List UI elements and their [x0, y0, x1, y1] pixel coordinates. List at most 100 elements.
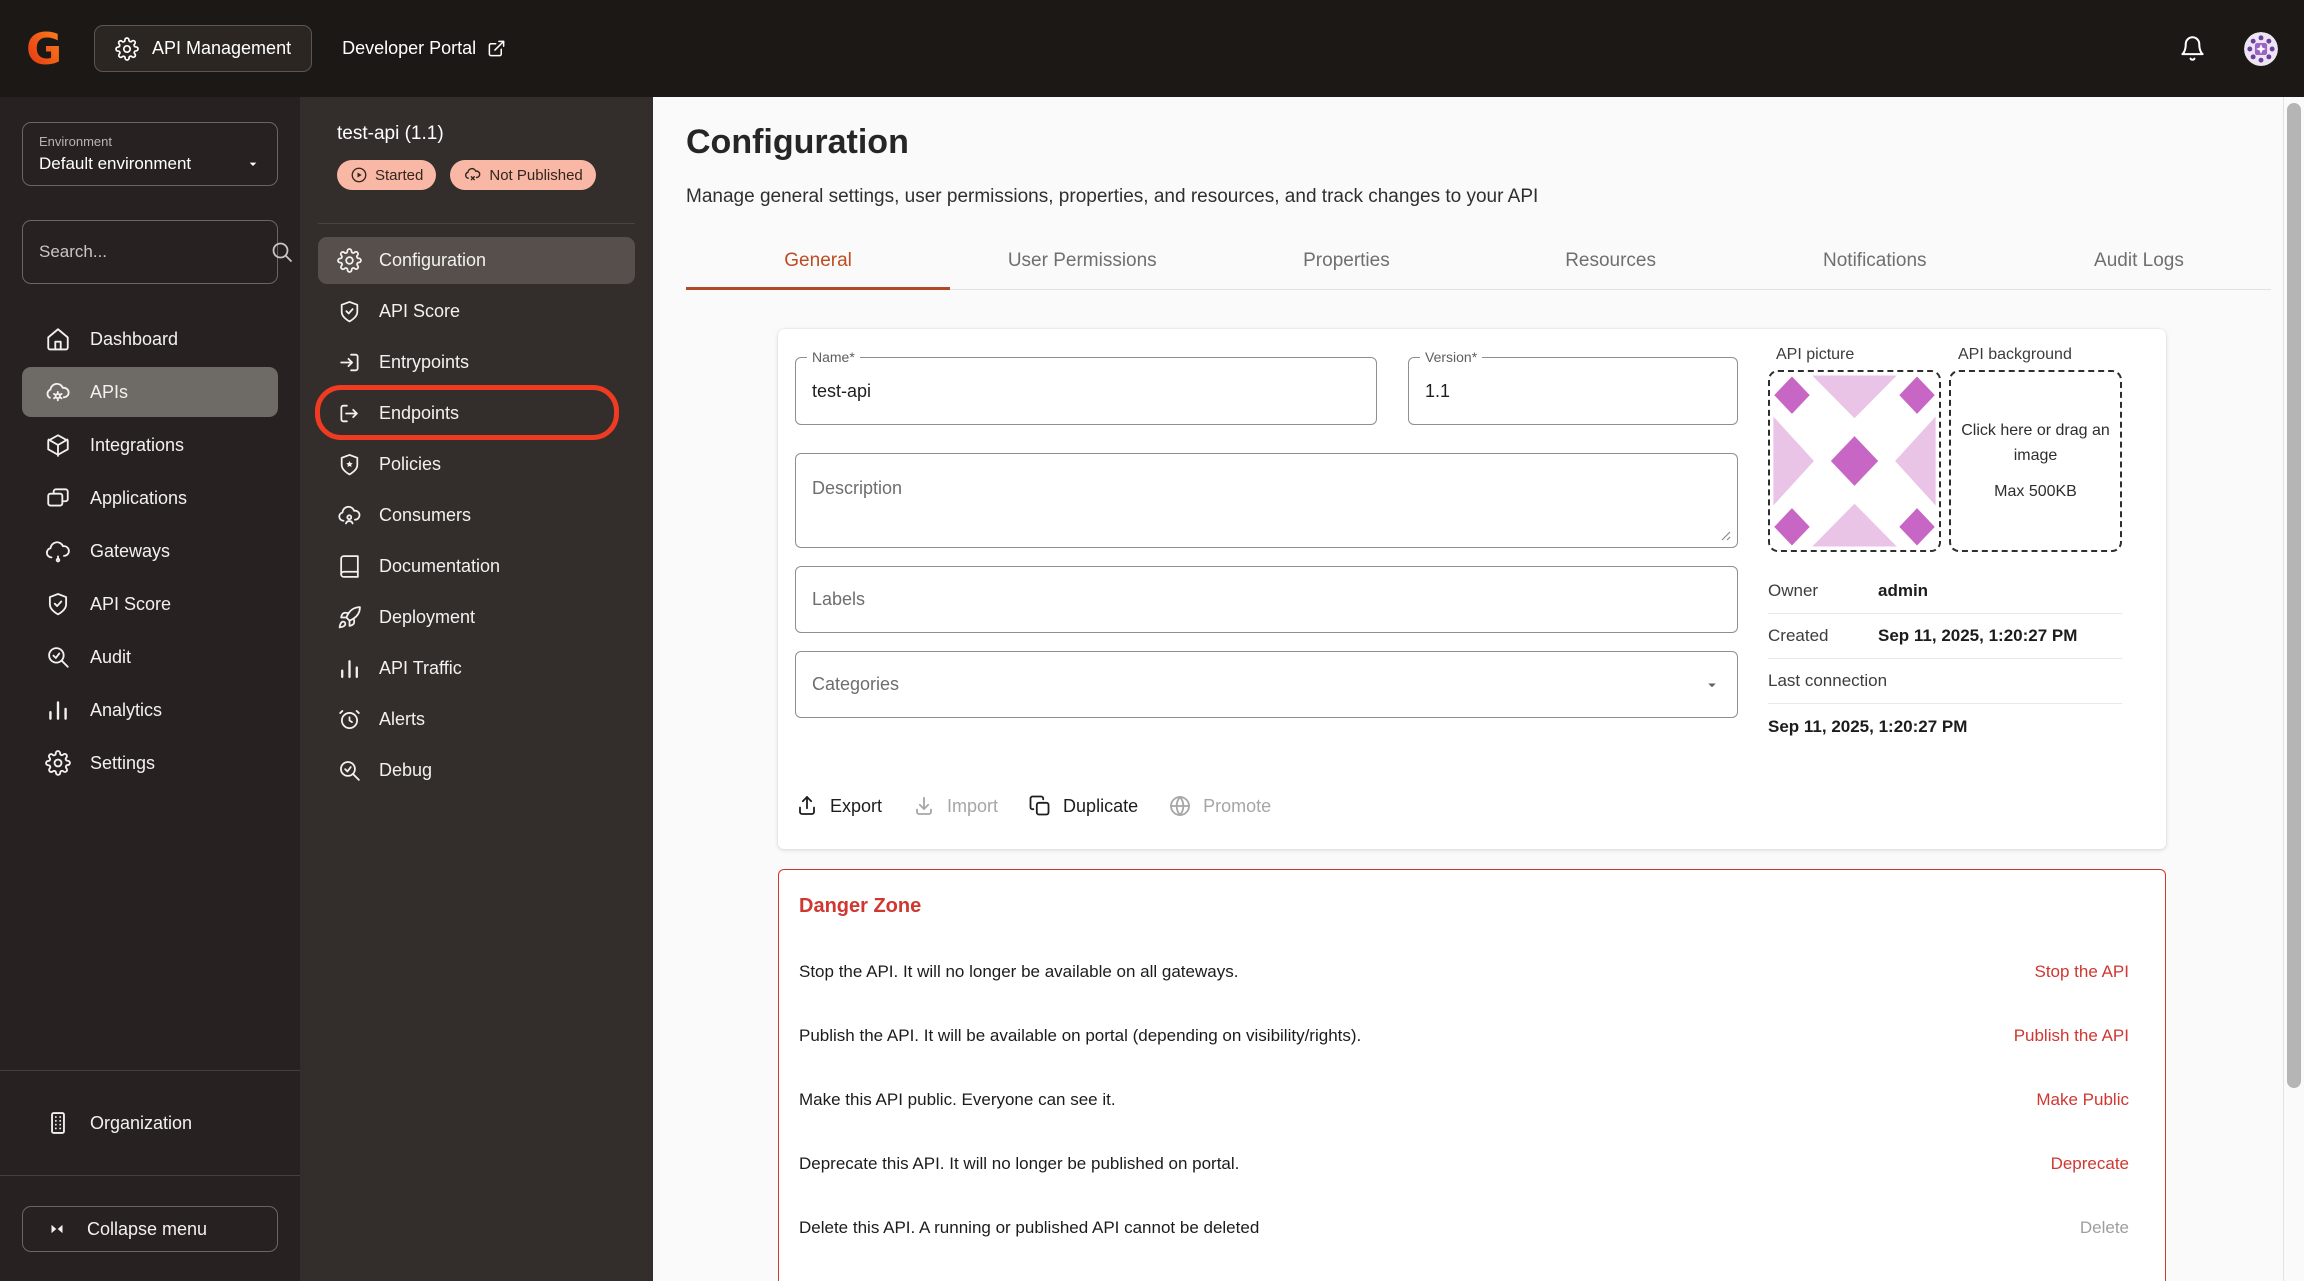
tab-properties[interactable]: Properties [1214, 234, 1478, 290]
collapse-menu-button[interactable]: Collapse menu [22, 1206, 278, 1252]
bar-chart-icon [337, 656, 363, 682]
deprecate-button[interactable]: Deprecate [2051, 1154, 2129, 1174]
page-subtitle: Manage general settings, user permission… [686, 186, 1539, 207]
api-menu-item-deployment[interactable]: Deployment [318, 594, 635, 641]
scrollbar-thumb[interactable] [2287, 103, 2301, 1088]
sidebar-item-api-score[interactable]: API Score [22, 579, 278, 629]
sidebar-item-settings[interactable]: Settings [22, 738, 278, 788]
api-menu-item-debug[interactable]: Debug [318, 747, 635, 794]
api-menu-item-label: Alerts [379, 709, 426, 729]
description-input[interactable] [812, 478, 1721, 526]
owner-label: Owner [1768, 581, 1819, 600]
api-menu-item-documentation[interactable]: Documentation [318, 543, 635, 590]
search-check-icon [337, 758, 363, 784]
api-background-label: API background [1958, 346, 2072, 363]
resize-handle-icon[interactable] [1717, 527, 1731, 541]
name-input[interactable] [812, 380, 1360, 402]
sidebar-item-gateways[interactable]: Gateways [22, 526, 278, 576]
tab-audit-logs[interactable]: Audit Logs [2007, 234, 2271, 290]
api-management-button[interactable]: API Management [94, 25, 313, 72]
status-badge-label: Started [375, 166, 424, 184]
sidebar-item-audit[interactable]: Audit [22, 632, 278, 682]
gear-icon [115, 36, 139, 61]
search-check-icon [45, 644, 71, 670]
tab-general[interactable]: General [686, 234, 951, 290]
api-menu-item-api-score[interactable]: API Score [318, 288, 635, 335]
description-field [795, 453, 1738, 548]
api-menu-item-policies[interactable]: Policies [318, 441, 635, 488]
tab-bar: General User Permissions Properties Reso… [686, 234, 2271, 290]
stop-the-api-button[interactable]: Stop the API [2034, 962, 2129, 982]
labels-input[interactable] [812, 589, 1721, 610]
chevron-down-icon [1703, 676, 1721, 694]
api-picture-label: API picture [1776, 346, 1855, 363]
user-avatar[interactable] [2244, 31, 2278, 66]
cube-icon [45, 432, 71, 458]
shield-check-icon [45, 591, 71, 617]
api-media-column: API picture API background Click here or… [1768, 346, 2122, 849]
search-input[interactable] [39, 242, 260, 262]
environment-value: Default environment [39, 154, 192, 173]
page-title: Configuration [686, 123, 909, 161]
book-icon [337, 554, 363, 580]
api-menu-item-api-traffic[interactable]: API Traffic [318, 645, 635, 692]
tab-user-permissions[interactable]: User Permissions [950, 234, 1214, 290]
environment-selector[interactable]: Environment Default environment [22, 122, 278, 186]
import-button[interactable]: Import [912, 794, 998, 818]
api-background-dropzone[interactable]: Click here or drag an image Max 500KB [1949, 370, 2122, 552]
vertical-scrollbar[interactable] [2283, 97, 2304, 1281]
gravitee-logo-icon[interactable]: G [20, 25, 68, 73]
duplicate-button[interactable]: Duplicate [1028, 794, 1138, 818]
danger-text: Make this API public. Everyone can see i… [799, 1090, 1116, 1109]
sidebar-item-applications[interactable]: Applications [22, 473, 278, 523]
tab-notifications[interactable]: Notifications [1743, 234, 2007, 290]
gear-icon [45, 750, 71, 776]
cloud-node-icon [45, 538, 71, 564]
status-badge-not-published: Not Published [450, 160, 596, 190]
sidebar-item-organization[interactable]: Organization [0, 1071, 300, 1175]
sidebar-nav: Dashboard APIs Integrations Applications… [0, 314, 300, 788]
notifications-bell-icon[interactable] [2179, 35, 2206, 62]
upload-icon [795, 794, 819, 818]
delete-button[interactable]: Delete [2080, 1218, 2129, 1238]
api-menu-item-label: API Score [379, 301, 461, 321]
environment-label: Environment [39, 134, 112, 149]
svg-text:G: G [26, 25, 62, 73]
divider [318, 223, 635, 224]
export-button[interactable]: Export [795, 794, 882, 818]
developer-portal-link[interactable]: Developer Portal [342, 38, 506, 59]
promote-button[interactable]: Promote [1168, 794, 1271, 818]
api-menu-item-label: Documentation [379, 556, 501, 576]
form-column: Name* Version* Categories [795, 349, 1738, 849]
api-menu-item-consumers[interactable]: Consumers [318, 492, 635, 539]
sidebar-item-analytics[interactable]: Analytics [22, 685, 278, 735]
cloud-gear-icon [45, 379, 71, 405]
collapse-icon [46, 1218, 68, 1240]
sidebar-item-label: Applications [90, 487, 188, 508]
sidebar-bottom: Organization Collapse menu [0, 1070, 300, 1281]
shield-star-icon [337, 452, 363, 478]
tab-resources[interactable]: Resources [1479, 234, 1743, 290]
api-badges: Started Not Published [337, 160, 635, 190]
background-max-size: Max 500KB [1994, 482, 2077, 500]
sidebar-item-dashboard[interactable]: Dashboard [22, 314, 278, 364]
windows-stack-icon [45, 485, 71, 511]
sidebar-item-integrations[interactable]: Integrations [22, 420, 278, 470]
sidebar-item-label: Settings [90, 752, 156, 773]
api-menu-item-alerts[interactable]: Alerts [318, 696, 635, 743]
publish-the-api-button[interactable]: Publish the API [2014, 1026, 2129, 1046]
api-info-list: Owner admin Created Sep 11, 2025, 1:20:2… [1768, 569, 2122, 749]
api-picture-dropzone[interactable] [1768, 370, 1941, 552]
make-public-button[interactable]: Make Public [2036, 1090, 2129, 1110]
api-menu-item-label: Consumers [379, 505, 472, 525]
api-menu-item-configuration[interactable]: Configuration [318, 237, 635, 284]
danger-row-delete: Delete this API. A running or published … [799, 1196, 2129, 1260]
version-input[interactable] [1425, 380, 1721, 402]
created-row: Created Sep 11, 2025, 1:20:27 PM [1768, 614, 2122, 659]
api-menu-item-entrypoints[interactable]: Entrypoints [318, 339, 635, 386]
categories-select[interactable]: Categories [795, 651, 1738, 718]
sidebar-item-label: API Score [90, 593, 172, 614]
api-menu-item-endpoints[interactable]: Endpoints [315, 385, 635, 440]
sidebar-item-apis[interactable]: APIs [22, 367, 278, 417]
main-content: Configuration Manage general settings, u… [653, 97, 2304, 1281]
